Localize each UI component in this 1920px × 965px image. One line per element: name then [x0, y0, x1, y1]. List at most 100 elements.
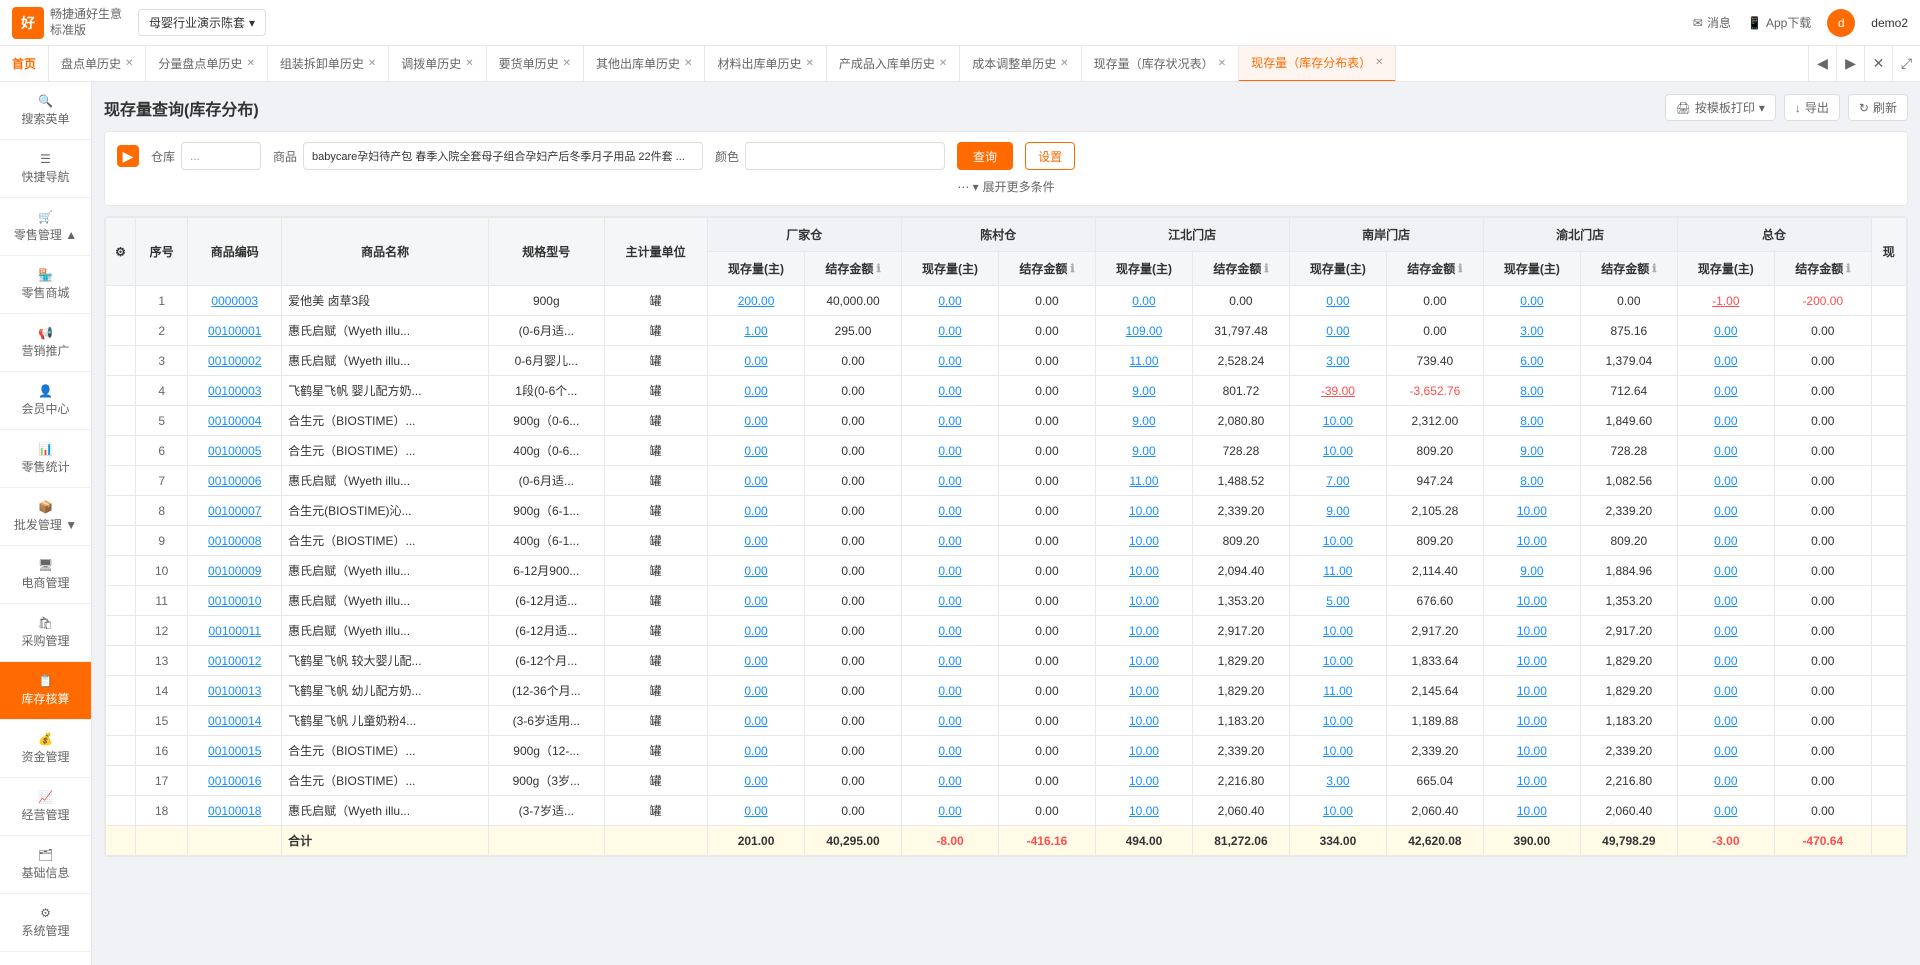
setting-btn[interactable]: 设置	[1025, 142, 1075, 170]
tab-close[interactable]: ✕	[563, 58, 571, 69]
settings-icon[interactable]: ⚙	[115, 245, 126, 259]
th-spec: 规格型号	[489, 218, 605, 286]
table-row: 1300100012飞鹤星飞帆 较大婴儿配...(6-12个月...罐0.000…	[106, 646, 1907, 676]
app-download-btn[interactable]: 📱 App下载	[1747, 14, 1811, 31]
sidebar-item-system[interactable]: ⚙ 系统管理	[0, 894, 91, 952]
tab-fenpandian[interactable]: 分量盘点单历史 ✕	[146, 46, 267, 82]
sidebar-item-search[interactable]: 🔍 搜索英单	[0, 82, 91, 140]
sidebar-item-operations[interactable]: 📈 经营管理	[0, 778, 91, 836]
filter-toggle-btn[interactable]: ▶	[117, 145, 139, 167]
tab-xiancunliang2[interactable]: 现存量（库存分布表）✕	[1239, 46, 1396, 82]
tab-close[interactable]: ✕	[805, 58, 813, 69]
sidebar-item-ecommerce[interactable]: 🖥 电商管理	[0, 546, 91, 604]
tab-pandian[interactable]: 盘点单历史 ✕	[49, 46, 146, 82]
th-nanan: 南岸门店	[1289, 218, 1483, 252]
sidebar-item-retail-mgmt[interactable]: 🛒 零售管理 ▲	[0, 198, 91, 256]
username[interactable]: demo2	[1871, 16, 1908, 30]
tab-cailiao[interactable]: 材料出库单历史 ✕	[705, 46, 826, 82]
th-unit: 主计量单位	[604, 218, 707, 286]
tab-zuzhang[interactable]: 组装拆卸单历史 ✕	[268, 46, 389, 82]
info-icon4[interactable]: ℹ	[1458, 262, 1462, 275]
warehouse-input[interactable]: ...	[181, 142, 261, 170]
tab-diaob[interactable]: 调拨单历史 ✕	[389, 46, 486, 82]
sidebar-item-marketing[interactable]: 📢 营销推广	[0, 314, 91, 372]
sidebar-item-base-info[interactable]: 🗂 基础信息	[0, 836, 91, 894]
sidebar-item-inventory[interactable]: 📋 库存核算	[0, 662, 91, 720]
th-jiangbei: 江北门店	[1095, 218, 1289, 252]
member-icon: 👤	[8, 384, 83, 398]
info-icon2[interactable]: ℹ	[1070, 262, 1074, 275]
table-row: 1800100018惠氏启赋（Wyeth illu...(3-7岁适...罐0.…	[106, 796, 1907, 826]
expand-icon: ⋯ ▾	[957, 180, 978, 194]
th-code: 商品编码	[188, 218, 282, 286]
sidebar-item-purchase[interactable]: 🛍 采购管理	[0, 604, 91, 662]
inventory-icon: 📋	[8, 674, 83, 688]
tab-close[interactable]: ✕	[1218, 58, 1226, 69]
tab-close[interactable]: ✕	[368, 58, 376, 69]
info-icon6[interactable]: ℹ	[1846, 262, 1850, 275]
sidebar-item-member[interactable]: 👤 会员中心	[0, 372, 91, 430]
tab-close[interactable]: ✕	[125, 58, 133, 69]
logo: 好 畅捷通好生意 标准版	[12, 7, 122, 39]
table-row: 800100007合生元(BIOSTIME)沁...900g（6-1...罐0.…	[106, 496, 1907, 526]
operations-icon: 📈	[8, 790, 83, 804]
search-icon: 🔍	[8, 94, 83, 108]
tab-close[interactable]: ✕	[465, 58, 473, 69]
tab-close[interactable]: ✕	[1060, 58, 1068, 69]
export-btn[interactable]: ↓ 导出	[1784, 94, 1840, 121]
tab-yaohuo[interactable]: 要货单历史 ✕	[487, 46, 584, 82]
table-row: 1200100011惠氏启赋（Wyeth illu...(6-12月适...罐0…	[106, 616, 1907, 646]
tab-chenben[interactable]: 成本调整单历史 ✕	[960, 46, 1081, 82]
th-settings[interactable]: ⚙	[106, 218, 136, 286]
th-chen-c: 现存量(主)	[901, 252, 999, 286]
tab-chanchenpin[interactable]: 产成品入库单历史 ✕	[827, 46, 960, 82]
tab-close[interactable]: ✕	[684, 58, 692, 69]
table-row: 700100006惠氏启赋（Wyeth illu...(0-6月适...罐0.0…	[106, 466, 1907, 496]
tab-close[interactable]: ✕	[1375, 57, 1383, 68]
th-yuanbei-b: 结存金额ℹ	[1581, 252, 1677, 286]
filter-row: ▶ 仓库 ... 商品 babycare孕妇待产包 春季入院全套母子组合孕妇产后…	[117, 142, 1895, 170]
tab-close[interactable]: ✕	[246, 58, 254, 69]
filter-expand-btn[interactable]: ⋯ ▾ 展开更多条件	[957, 178, 1054, 195]
sidebar-item-nav[interactable]: ☰ 快捷导航	[0, 140, 91, 198]
sidebar-item-retail-stats[interactable]: 📊 零售统计	[0, 430, 91, 488]
print-icon: 🖨	[1676, 101, 1691, 115]
table-row: 1000100009惠氏启赋（Wyeth illu...6-12月900...罐…	[106, 556, 1907, 586]
sidebar-item-finance[interactable]: 💰 资金管理	[0, 720, 91, 778]
search-btn[interactable]: 查询	[957, 142, 1013, 170]
info-icon[interactable]: ℹ	[876, 262, 880, 275]
tab-close[interactable]: ✕	[939, 58, 947, 69]
filter-area: ▶ 仓库 ... 商品 babycare孕妇待产包 春季入院全套母子组合孕妇产后…	[104, 131, 1908, 206]
tab-expand-btn[interactable]: ⤢	[1892, 46, 1920, 82]
color-input[interactable]	[745, 142, 945, 170]
sidebar: 🔍 搜索英单 ☰ 快捷导航 🛒 零售管理 ▲ 🏪 零售商城 📢 营销推广 👤 会…	[0, 82, 92, 965]
table-row: 1700100016合生元（BIOSTIME）...900g（3岁...罐0.0…	[106, 766, 1907, 796]
tab-next-btn[interactable]: ▶	[1836, 46, 1864, 82]
tab-xiancunliang1[interactable]: 现存量（库存状况表）✕	[1082, 46, 1239, 82]
sidebar-item-wholesale[interactable]: 📦 批发管理 ▼	[0, 488, 91, 546]
topbar-right: ✉ 消息 📱 App下载 d demo2	[1693, 9, 1908, 37]
tabbar: 首页 盘点单历史 ✕ 分量盘点单历史 ✕ 组装拆卸单历史 ✕ 调拨单历史 ✕ 要…	[0, 46, 1920, 82]
ecommerce-icon: 🖥	[8, 558, 83, 572]
product-input[interactable]: babycare孕妇待产包 春季入院全套母子组合孕妇产后冬季月子用品 22件套 …	[303, 142, 703, 170]
table-row: 200100001惠氏启赋（Wyeth illu...(0-6月适...罐1.0…	[106, 316, 1907, 346]
th-factory-b: 结存金额ℹ	[805, 252, 901, 286]
table-row: 900100008合生元（BIOSTIME）...400g（6-1...罐0.0…	[106, 526, 1907, 556]
tab-qita[interactable]: 其他出库单历史 ✕	[584, 46, 705, 82]
refresh-btn[interactable]: ↻ 刷新	[1848, 94, 1908, 121]
sidebar-item-corp[interactable]: 🤝 企业协同	[0, 952, 91, 965]
system-icon: ⚙	[8, 906, 83, 920]
print-btn[interactable]: 🖨 按模板打印 ▾	[1665, 94, 1776, 121]
tab-home[interactable]: 首页	[0, 46, 49, 82]
tab-prev-btn[interactable]: ◀	[1808, 46, 1836, 82]
page-header: 现存量查询(库存分布) 🖨 按模板打印 ▾ ↓ 导出 ↻ 刷新	[104, 94, 1908, 121]
tab-close-all-btn[interactable]: ✕	[1864, 46, 1892, 82]
message-btn[interactable]: ✉ 消息	[1693, 14, 1731, 31]
company-selector[interactable]: 母婴行业演示陈套 ▾	[138, 9, 266, 36]
th-nanan-b: 结存金额ℹ	[1387, 252, 1483, 286]
sidebar-item-retail-shop[interactable]: 🏪 零售商城	[0, 256, 91, 314]
th-total: 总仓	[1677, 218, 1871, 252]
info-icon5[interactable]: ℹ	[1652, 262, 1656, 275]
table-row: 1500100014飞鹤星飞帆 儿童奶粉4...(3-6岁适用...罐0.000…	[106, 706, 1907, 736]
info-icon3[interactable]: ℹ	[1264, 262, 1268, 275]
